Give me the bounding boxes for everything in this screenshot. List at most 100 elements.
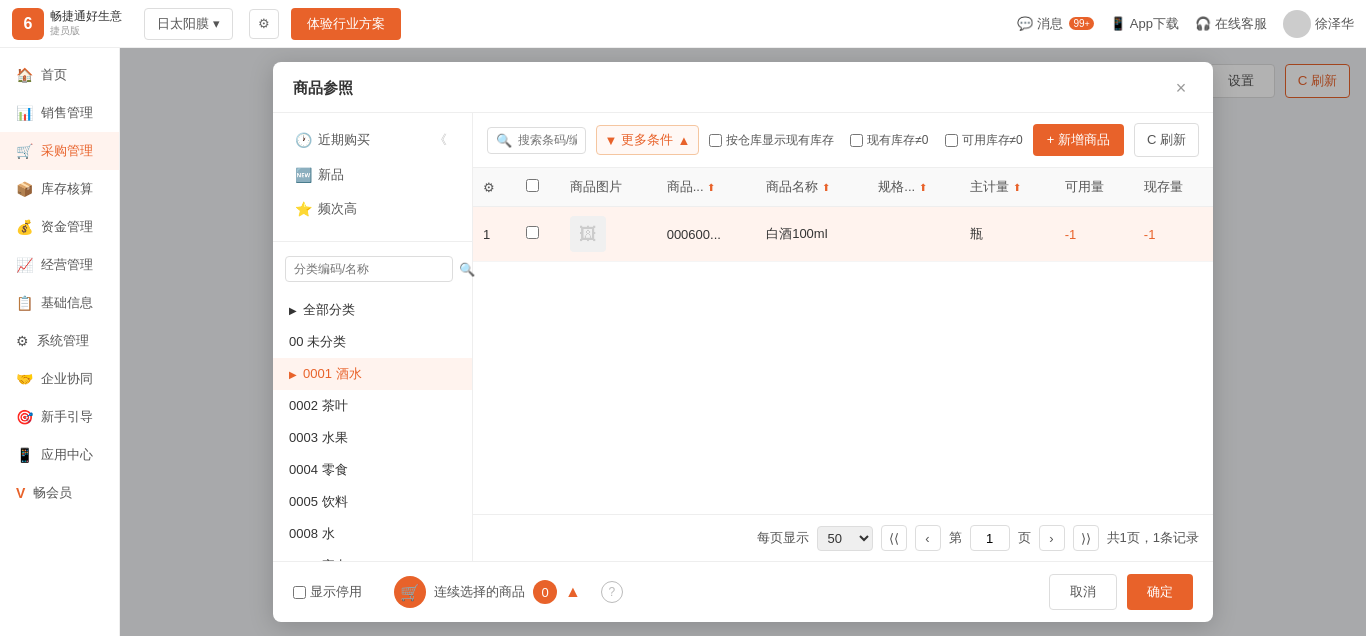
app-download-nav[interactable]: 📱 App下载	[1110, 15, 1179, 33]
sidebar-item-member[interactable]: V 畅会员	[0, 474, 119, 512]
frequent-icon: ⭐	[295, 201, 312, 217]
purchase-icon: 🛒	[16, 143, 33, 159]
sidebar-item-collab[interactable]: 🤝 企业协同	[0, 360, 119, 398]
right-panel: 🔍 ▼ 更多条件 ▲ 按仓库显示现有库存	[473, 113, 1213, 561]
cat-water[interactable]: 0008 水	[273, 518, 472, 550]
next-page-button[interactable]: ›	[1039, 525, 1065, 551]
store-selector[interactable]: 日太阳膜 ▾	[144, 8, 233, 40]
headset-icon: 🎧	[1195, 16, 1211, 31]
pagination-bar: 每页显示 50 10 20 100 ⟨⟨ ‹ 第 页	[473, 514, 1213, 561]
footer-cart: 🛒 连续选择的商品 0 ▲	[394, 576, 581, 608]
cell-image: 🖼	[560, 207, 657, 262]
prev-page-button[interactable]: ‹	[915, 525, 941, 551]
filter-button[interactable]: ▼ 更多条件 ▲	[596, 125, 700, 155]
check-usable-ne0[interactable]: 可用库存≠0	[945, 132, 1023, 149]
sidebar-label-apps: 应用中心	[41, 446, 93, 464]
check-warehouse[interactable]: 按仓库显示现有库存	[709, 132, 834, 149]
usable-checkbox[interactable]	[945, 134, 958, 147]
col-code-label: 商品...	[667, 179, 704, 194]
col-settings[interactable]: ⚙	[473, 168, 516, 207]
cart-icon[interactable]: 🛒	[394, 576, 426, 608]
product-search-input[interactable]	[518, 133, 577, 147]
sort-icon-name: ⬆	[822, 182, 830, 193]
check-available-ne0[interactable]: 现有库存≠0	[850, 132, 928, 149]
collapse-arrow-icon[interactable]: ▲	[565, 583, 581, 601]
product-search-box: 🔍	[487, 127, 586, 154]
table-row[interactable]: 1 🖼 000600... 白酒100ml 瓶	[473, 207, 1213, 262]
select-all-checkbox[interactable]	[526, 179, 539, 192]
footer-left: 显示停用	[293, 583, 362, 601]
first-page-button[interactable]: ⟨⟨	[881, 525, 907, 551]
cat-snack[interactable]: 0004 零食	[273, 454, 472, 486]
messages-nav[interactable]: 💬 消息 99+	[1017, 15, 1093, 33]
checkbox-group: 按仓库显示现有库存 现有库存≠0 可用库存≠0	[709, 132, 1023, 149]
cell-spec	[868, 207, 960, 262]
close-button[interactable]: ×	[1169, 76, 1193, 100]
sidebar-item-apps[interactable]: 📱 应用中心	[0, 436, 119, 474]
confirm-button[interactable]: 确定	[1127, 574, 1193, 610]
cat-label-water: 0008 水	[289, 525, 335, 543]
col-name[interactable]: 商品名称 ⬆	[756, 168, 868, 207]
sidebar-item-home[interactable]: 🏠 首页	[0, 56, 119, 94]
sort-icon-code: ⬆	[707, 182, 715, 193]
page-unit: 页	[1018, 529, 1031, 547]
apps-icon: 📱	[16, 447, 33, 463]
cell-unit: 瓶	[960, 207, 1055, 262]
cat-fruit[interactable]: 0003 水果	[273, 422, 472, 454]
sidebar-item-guide[interactable]: 🎯 新手引导	[0, 398, 119, 436]
cat-drink[interactable]: 0005 饮料	[273, 486, 472, 518]
online-service-nav[interactable]: 🎧 在线客服	[1195, 15, 1267, 33]
modal-backdrop: 商品参照 × 🕐 近期购买 《	[120, 48, 1366, 636]
warehouse-label: 按仓库显示现有库存	[726, 132, 834, 149]
disabled-checkbox[interactable]	[293, 586, 306, 599]
col-spec[interactable]: 规格... ⬆	[868, 168, 960, 207]
sidebar-item-finance[interactable]: 💰 资金管理	[0, 208, 119, 246]
quick-new[interactable]: 🆕 新品	[285, 159, 460, 191]
category-list: ▶ 全部分类 00 未分类 ▶ 0001 酒水 0002 茶	[273, 290, 472, 561]
quick-recent[interactable]: 🕐 近期购买 《	[285, 123, 460, 157]
quick-frequent[interactable]: ⭐ 频次高	[285, 193, 460, 225]
show-disabled-check[interactable]: 显示停用	[293, 583, 362, 601]
footer-right: 取消 确定	[1049, 574, 1193, 610]
col-unit-label: 主计量	[970, 179, 1009, 194]
last-page-button[interactable]: ⟩⟩	[1073, 525, 1099, 551]
warehouse-checkbox[interactable]	[709, 134, 722, 147]
cat-uncategorized[interactable]: 00 未分类	[273, 326, 472, 358]
sidebar-item-inventory[interactable]: 📦 库存核算	[0, 170, 119, 208]
divider	[273, 241, 472, 242]
category-search-input[interactable]	[285, 256, 453, 282]
sidebar-item-system[interactable]: ⚙ 系统管理	[0, 322, 119, 360]
guide-icon: 🎯	[16, 409, 33, 425]
trial-button[interactable]: 体验行业方案	[291, 8, 401, 40]
page-size-select[interactable]: 50 10 20 100	[817, 526, 873, 551]
help-icon[interactable]: ?	[601, 581, 623, 603]
sidebar-item-purchase[interactable]: 🛒 采购管理	[0, 132, 119, 170]
cat-appliance[interactable]: 0010 家电	[273, 550, 472, 561]
basics-icon: 📋	[16, 295, 33, 311]
add-product-button[interactable]: + 新增商品	[1033, 124, 1124, 156]
cell-code: 000600...	[657, 207, 757, 262]
cat-liquor[interactable]: ▶ 0001 酒水	[273, 358, 472, 390]
available-checkbox[interactable]	[850, 134, 863, 147]
page-input[interactable]	[970, 525, 1010, 551]
refresh-button[interactable]: C 刷新	[1134, 123, 1199, 157]
phone-icon: 📱	[1110, 16, 1126, 31]
row-checkbox[interactable]	[526, 226, 539, 239]
sidebar-item-sales[interactable]: 📊 销售管理	[0, 94, 119, 132]
sidebar-item-operations[interactable]: 📈 经营管理	[0, 246, 119, 284]
cat-tea[interactable]: 0002 茶叶	[273, 390, 472, 422]
cart-label: 连续选择的商品	[434, 583, 525, 601]
col-code[interactable]: 商品... ⬆	[657, 168, 757, 207]
user-nav[interactable]: 徐泽华	[1283, 10, 1354, 38]
collapse-icon[interactable]: 《	[430, 130, 450, 150]
sidebar-item-basics[interactable]: 📋 基础信息	[0, 284, 119, 322]
settings-icon[interactable]: ⚙	[249, 9, 279, 39]
cancel-button[interactable]: 取消	[1049, 574, 1117, 610]
operations-icon: 📈	[16, 257, 33, 273]
available-label: 现有库存≠0	[867, 132, 928, 149]
message-icon: 💬	[1017, 16, 1033, 31]
modal-body: 🕐 近期购买 《 🆕 新品 ⭐ 频次高	[273, 113, 1213, 561]
sidebar-label-system: 系统管理	[37, 332, 89, 350]
cat-all[interactable]: ▶ 全部分类	[273, 294, 472, 326]
col-unit[interactable]: 主计量 ⬆	[960, 168, 1055, 207]
